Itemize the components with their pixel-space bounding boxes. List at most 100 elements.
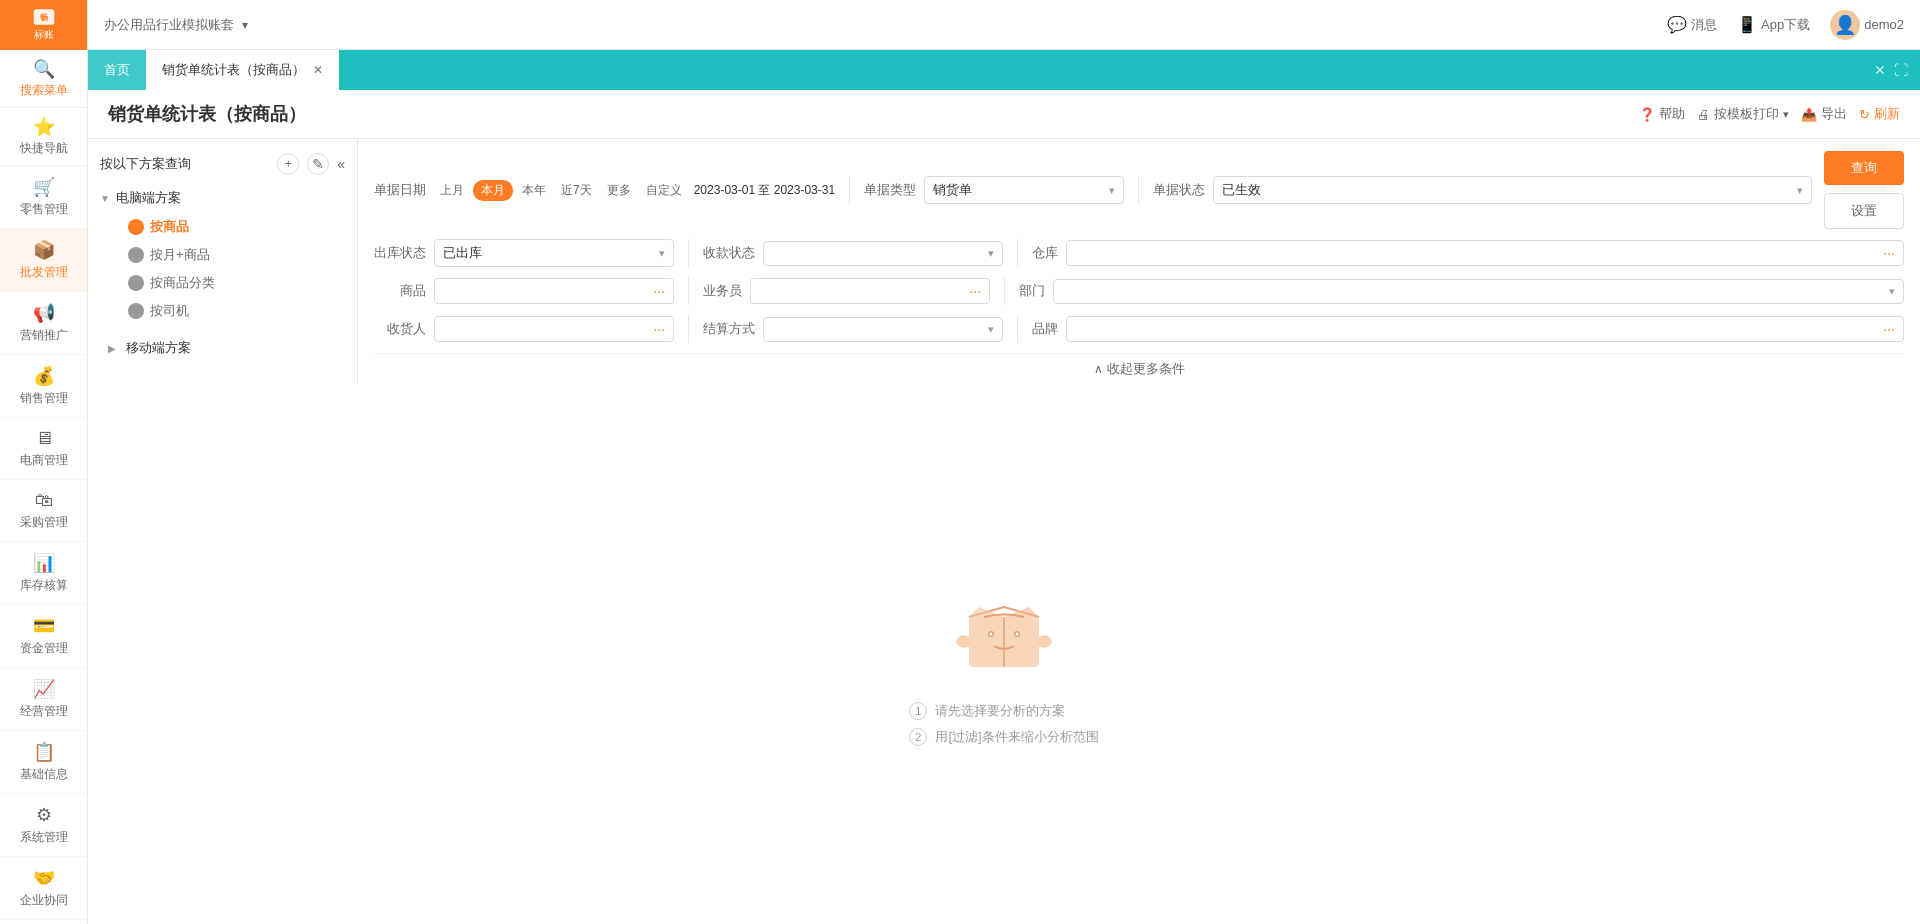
sidebar-item-operation[interactable]: 📈 经营管理: [0, 668, 87, 731]
export-icon: 📤: [1801, 107, 1817, 122]
sidebar-item-newbie[interactable]: 🎯 新手引导: [0, 920, 87, 924]
date-tabs: 上月 本月 本年 近7天 更多 自定义: [434, 180, 688, 201]
scheme-item-by-category[interactable]: 按商品分类: [120, 269, 345, 297]
tab-active[interactable]: 销货单统计表（按商品） ✕: [146, 50, 339, 90]
finance-label: 资金管理: [20, 640, 68, 657]
salesperson-dots[interactable]: ···: [969, 283, 981, 299]
sidebar-item-purchase[interactable]: 🛍 采购管理: [0, 480, 87, 542]
sidebar-item-quick-nav[interactable]: ⭐ 快捷导航: [0, 108, 87, 166]
product-dots[interactable]: ···: [653, 283, 665, 299]
scheme-item-icon-1: [128, 247, 144, 263]
receiver-input[interactable]: ···: [434, 316, 674, 342]
sidebar-item-marketing[interactable]: 📢 营销推广: [0, 292, 87, 355]
product-label: 商品: [374, 282, 434, 300]
print-dropdown-icon[interactable]: ▾: [1783, 108, 1789, 121]
date-tab-more[interactable]: 更多: [601, 180, 637, 201]
message-nav[interactable]: 💬 消息: [1667, 15, 1717, 34]
scheme-items: 按商品 按月+商品 按商品分类: [100, 213, 345, 325]
doc-type-dropdown-icon: ▾: [1109, 184, 1115, 197]
warehouse-dest-value: [1075, 246, 1883, 261]
scheme-header: 按以下方案查询 + ✎ «: [88, 149, 357, 183]
collapse-row[interactable]: ∧ 收起更多条件: [374, 353, 1904, 384]
receiver-dots[interactable]: ···: [653, 321, 665, 337]
inventory-label: 库存核算: [20, 577, 68, 594]
marketing-icon: 📢: [33, 302, 55, 324]
sidebar-search-label: 搜索菜单: [20, 82, 68, 99]
ecommerce-label: 电商管理: [20, 452, 68, 469]
payment-select[interactable]: ▾: [763, 241, 1003, 266]
scheme-item-by-month[interactable]: 按月+商品: [120, 241, 345, 269]
date-tab-7days[interactable]: 近7天: [555, 180, 598, 201]
salesperson-value: [759, 284, 969, 299]
doc-type-select[interactable]: 销货单 ▾: [924, 176, 1124, 204]
date-tab-custom[interactable]: 自定义: [640, 180, 688, 201]
export-button[interactable]: 📤 导出: [1801, 105, 1847, 123]
sidebar-nav-label: 快捷导航: [20, 140, 68, 157]
date-tab-this-month[interactable]: 本月: [473, 180, 513, 201]
dept-select[interactable]: ▾: [1053, 279, 1904, 304]
scheme-pc-group-header[interactable]: ▼ 电脑端方案: [100, 183, 345, 213]
sidebar-item-wholesale[interactable]: 📦 批发管理: [0, 229, 87, 292]
warehouse-dest-dots[interactable]: ···: [1883, 245, 1895, 261]
receiver-field: 收货人 ···: [374, 316, 674, 342]
scheme-item-by-cashier[interactable]: 按司机: [120, 297, 345, 325]
scheme-edit-button[interactable]: ✎: [307, 153, 329, 175]
scheme-mobile-group-header[interactable]: ▶ 移动端方案: [100, 333, 345, 363]
warehouse-select[interactable]: 已出库 ▾: [434, 239, 674, 267]
divider-2: [1138, 176, 1139, 204]
sidebar-item-ecommerce[interactable]: 🖥 电商管理: [0, 418, 87, 480]
scheme-add-button[interactable]: +: [277, 153, 299, 175]
receiver-value: [443, 322, 653, 337]
empty-svg: [944, 562, 1064, 682]
phone-icon: 📱: [1737, 15, 1757, 34]
sales-label: 销售管理: [20, 390, 68, 407]
tab-home[interactable]: 首页: [88, 50, 146, 90]
scheme-item-by-product[interactable]: 按商品: [120, 213, 345, 241]
product-input[interactable]: ···: [434, 278, 674, 304]
help-label: 帮助: [1659, 105, 1685, 123]
purchase-label: 采购管理: [20, 514, 68, 531]
refresh-button[interactable]: ↻ 刷新: [1859, 105, 1900, 123]
sidebar: 畅 标账 🔍 搜索菜单 ⭐ 快捷导航 🛒 零售管理 📦 批发管理 📢 营销推广 …: [0, 0, 88, 924]
sidebar-item-system[interactable]: ⚙ 系统管理: [0, 794, 87, 857]
retail-icon: 🛒: [33, 176, 55, 198]
scheme-item-icon-2: [128, 275, 144, 291]
app-download-nav[interactable]: 📱 App下载: [1737, 15, 1810, 34]
doc-status-select[interactable]: 已生效 ▾: [1213, 176, 1812, 204]
scheme-item-label-2: 按商品分类: [150, 274, 215, 292]
date-tab-this-year[interactable]: 本年: [516, 180, 552, 201]
query-button[interactable]: 查询: [1824, 151, 1904, 185]
sidebar-item-retail[interactable]: 🛒 零售管理: [0, 166, 87, 229]
sidebar-item-search[interactable]: 🔍 搜索菜单: [0, 50, 87, 108]
tab-minimize-icon[interactable]: ✕: [1874, 62, 1886, 78]
print-button[interactable]: 🖨 按模板打印 ▾: [1697, 105, 1789, 123]
sidebar-item-enterprise[interactable]: 🤝 企业协同: [0, 857, 87, 920]
logo-icon: 畅: [26, 8, 62, 26]
salesperson-input[interactable]: ···: [750, 278, 990, 304]
warehouse-label: 出库状态: [374, 244, 434, 262]
user-nav[interactable]: 👤 demo2: [1830, 10, 1904, 40]
inventory-icon: 📊: [33, 552, 55, 574]
settings-button[interactable]: 设置: [1824, 193, 1904, 229]
settlement-select[interactable]: ▾: [763, 317, 1003, 342]
sidebar-item-sales[interactable]: 💰 销售管理: [0, 355, 87, 418]
doc-type-value: 销货单: [933, 181, 1101, 199]
brand-dots[interactable]: ···: [1883, 321, 1895, 337]
date-tab-last-month[interactable]: 上月: [434, 180, 470, 201]
brand-input[interactable]: ···: [1066, 316, 1904, 342]
filter-form-area: 单据日期 上月 本月 本年 近7天 更多 自定义 2023-03-01 至 20…: [358, 139, 1920, 384]
sidebar-item-inventory[interactable]: 📊 库存核算: [0, 542, 87, 605]
collapse-icon: ∧: [1094, 362, 1103, 376]
sidebar-item-base[interactable]: 📋 基础信息: [0, 731, 87, 794]
scheme-pc-group: ▼ 电脑端方案 按商品 按月+商品: [88, 183, 357, 325]
sidebar-item-finance[interactable]: 💳 资金管理: [0, 605, 87, 668]
scheme-collapse-button[interactable]: «: [337, 156, 345, 172]
warehouse-dest-input[interactable]: ···: [1066, 240, 1904, 266]
page-header: 销货单统计表（按商品） ❓ 帮助 🖨 按模板打印 ▾ 📤 导出: [88, 90, 1920, 139]
industry-dropdown-icon[interactable]: ▾: [242, 18, 248, 32]
help-button[interactable]: ❓ 帮助: [1639, 105, 1685, 123]
dept-value: [1062, 284, 1889, 299]
tab-close-icon[interactable]: ✕: [313, 63, 323, 77]
date-field: 单据日期 上月 本月 本年 近7天 更多 自定义 2023-03-01 至 20…: [374, 180, 835, 201]
tab-maximize-icon[interactable]: ⛶: [1894, 62, 1908, 78]
